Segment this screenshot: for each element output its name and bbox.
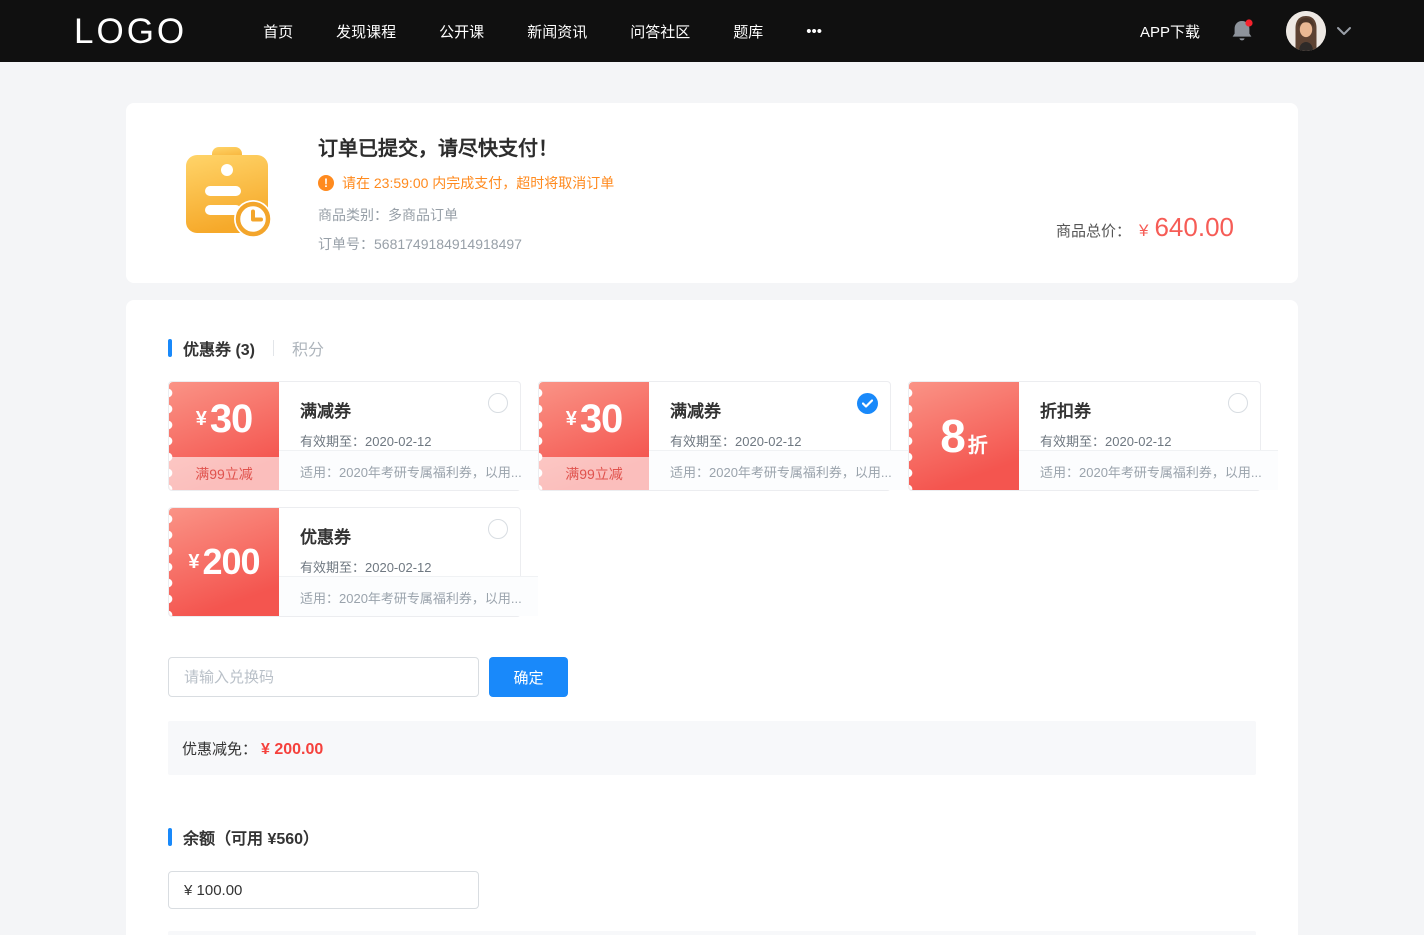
nav-right: APP下载 xyxy=(1140,11,1352,51)
coupon-2-value-stub: ¥ 30 满99立减 xyxy=(539,382,649,490)
coupon-3-value-stub: 8 折 xyxy=(909,382,1019,490)
order-category-label: 商品类别： xyxy=(318,207,388,223)
coupon-4-scope: 适用：2020年考研专属福利券，以用... xyxy=(279,576,538,616)
coupon-3-validity: 有效期至：2020-02-12 xyxy=(1040,431,1262,450)
coupon-1-amount: 30 xyxy=(210,397,253,442)
coupon-3-radio-unselected[interactable] xyxy=(1228,393,1248,413)
order-number-row: 订单号：5681749184914918497 xyxy=(318,234,614,254)
redeem-code-input[interactable] xyxy=(168,657,479,697)
discount-summary-band: 优惠减免： ¥ 200.00 xyxy=(168,721,1256,775)
discount-value: ¥ 200.00 xyxy=(261,741,323,759)
coupon-3-amount: 8 xyxy=(940,409,965,463)
section-accent-bar xyxy=(168,339,172,357)
section-accent-bar xyxy=(168,828,172,846)
coupon-1-validity: 有效期至：2020-02-12 xyxy=(300,431,522,450)
coupon-card-1[interactable]: ¥ 30 满99立减 满减券 有效期至：2020-02-12 适用：2020年考… xyxy=(168,381,521,491)
coupon-2-validity: 有效期至：2020-02-12 xyxy=(670,431,892,450)
coupon-section-header: 优惠券 (3) 积分 xyxy=(168,336,1256,360)
coupon-grid: ¥ 30 满99立减 满减券 有效期至：2020-02-12 适用：2020年考… xyxy=(168,381,1256,617)
logo: LOGO xyxy=(74,14,187,49)
redeem-code-row: 确定 xyxy=(168,657,1256,697)
nav-item-more[interactable]: ••• xyxy=(806,23,822,40)
total-price-currency: ¥ xyxy=(1139,221,1148,241)
coupon-4-radio-unselected[interactable] xyxy=(488,519,508,539)
order-total-price: 商品总价： ¥ 640.00 xyxy=(1056,212,1234,243)
warning-text: 请在 23:59:00 内完成支付，超时将取消订单 xyxy=(342,173,614,193)
discount-label: 优惠减免： xyxy=(182,738,257,759)
coupon-1-value-stub: ¥ 30 满99立减 xyxy=(169,382,279,490)
balance-title: 余额（可用 ¥560） xyxy=(183,825,319,849)
order-category-row: 商品类别：多商品订单 xyxy=(318,205,614,225)
bottom-summary-band xyxy=(168,931,1256,935)
coupon-card-3[interactable]: 8 折 折扣券 有效期至：2020-02-12 适用：2020年考研专属福利券，… xyxy=(908,381,1261,491)
coupon-1-condition-badge: 满99立减 xyxy=(169,457,279,490)
coupon-4-currency: ¥ xyxy=(188,551,199,574)
order-submitted-title: 订单已提交，请尽快支付！ xyxy=(318,132,614,161)
coupon-4-validity: 有效期至：2020-02-12 xyxy=(300,557,522,576)
payment-deadline-warning: ! 请在 23:59:00 内完成支付，超时将取消订单 xyxy=(318,173,614,193)
nav-item-news[interactable]: 新闻资讯 xyxy=(527,21,587,42)
balance-amount-input[interactable] xyxy=(168,871,479,909)
app-download-link[interactable]: APP下载 xyxy=(1140,21,1200,42)
coupon-2-check-icon[interactable] xyxy=(857,393,878,414)
coupon-2-scope: 适用：2020年考研专属福利券，以用... xyxy=(649,450,908,490)
order-number-value: 5681749184914918497 xyxy=(374,236,522,252)
tab-points[interactable]: 积分 xyxy=(292,336,324,360)
nav-item-open-class[interactable]: 公开课 xyxy=(439,21,484,42)
coupon-2-amount: 30 xyxy=(580,397,623,442)
notification-bell-icon[interactable] xyxy=(1230,18,1254,44)
balance-section-header: 余额（可用 ¥560） xyxy=(168,825,1256,849)
confirm-button[interactable]: 确定 xyxy=(489,657,568,697)
coupon-2-condition-badge: 满99立减 xyxy=(539,457,649,490)
total-price-value: 640.00 xyxy=(1154,212,1234,243)
chevron-down-icon[interactable] xyxy=(1336,26,1352,36)
coupon-4-amount: 200 xyxy=(203,541,260,583)
nav-item-qa-community[interactable]: 问答社区 xyxy=(630,21,690,42)
order-summary-card: 订单已提交，请尽快支付！ ! 请在 23:59:00 内完成支付，超时将取消订单… xyxy=(126,103,1298,283)
tab-coupons[interactable]: 优惠券 (3) xyxy=(183,336,255,360)
coupon-3-unit: 折 xyxy=(968,429,988,458)
order-number-label: 订单号： xyxy=(318,236,374,252)
nav-item-home[interactable]: 首页 xyxy=(263,21,293,42)
total-price-label: 商品总价： xyxy=(1056,220,1131,241)
warning-icon: ! xyxy=(318,175,334,191)
coupon-2-currency: ¥ xyxy=(566,408,577,431)
coupon-1-radio-unselected[interactable] xyxy=(488,393,508,413)
order-clipboard-icon xyxy=(186,147,272,239)
nav-item-discover-courses[interactable]: 发现课程 xyxy=(336,21,396,42)
nav-menu: 首页 发现课程 公开课 新闻资讯 问答社区 题库 ••• xyxy=(263,21,822,42)
nav-item-question-bank[interactable]: 题库 xyxy=(733,21,763,42)
order-category-value: 多商品订单 xyxy=(388,207,458,223)
coupon-4-value-stub: ¥ 200 xyxy=(169,508,279,616)
user-avatar[interactable] xyxy=(1286,11,1326,51)
tab-divider xyxy=(273,340,274,356)
payment-options-card: 优惠券 (3) 积分 ¥ 30 满99立减 满减券 有效期至：2020-02-1… xyxy=(126,300,1298,935)
coupon-card-4[interactable]: ¥ 200 优惠券 有效期至：2020-02-12 适用：2020年考研专属福利… xyxy=(168,507,521,617)
coupon-3-scope: 适用：2020年考研专属福利券，以用... xyxy=(1019,450,1278,490)
top-nav: LOGO 首页 发现课程 公开课 新闻资讯 问答社区 题库 ••• APP下载 xyxy=(0,0,1424,62)
coupon-1-currency: ¥ xyxy=(196,408,207,431)
coupon-1-scope: 适用：2020年考研专属福利券，以用... xyxy=(279,450,538,490)
coupon-card-2-selected[interactable]: ¥ 30 满99立减 满减券 有效期至：2020-02-12 适用：2020年考… xyxy=(538,381,891,491)
